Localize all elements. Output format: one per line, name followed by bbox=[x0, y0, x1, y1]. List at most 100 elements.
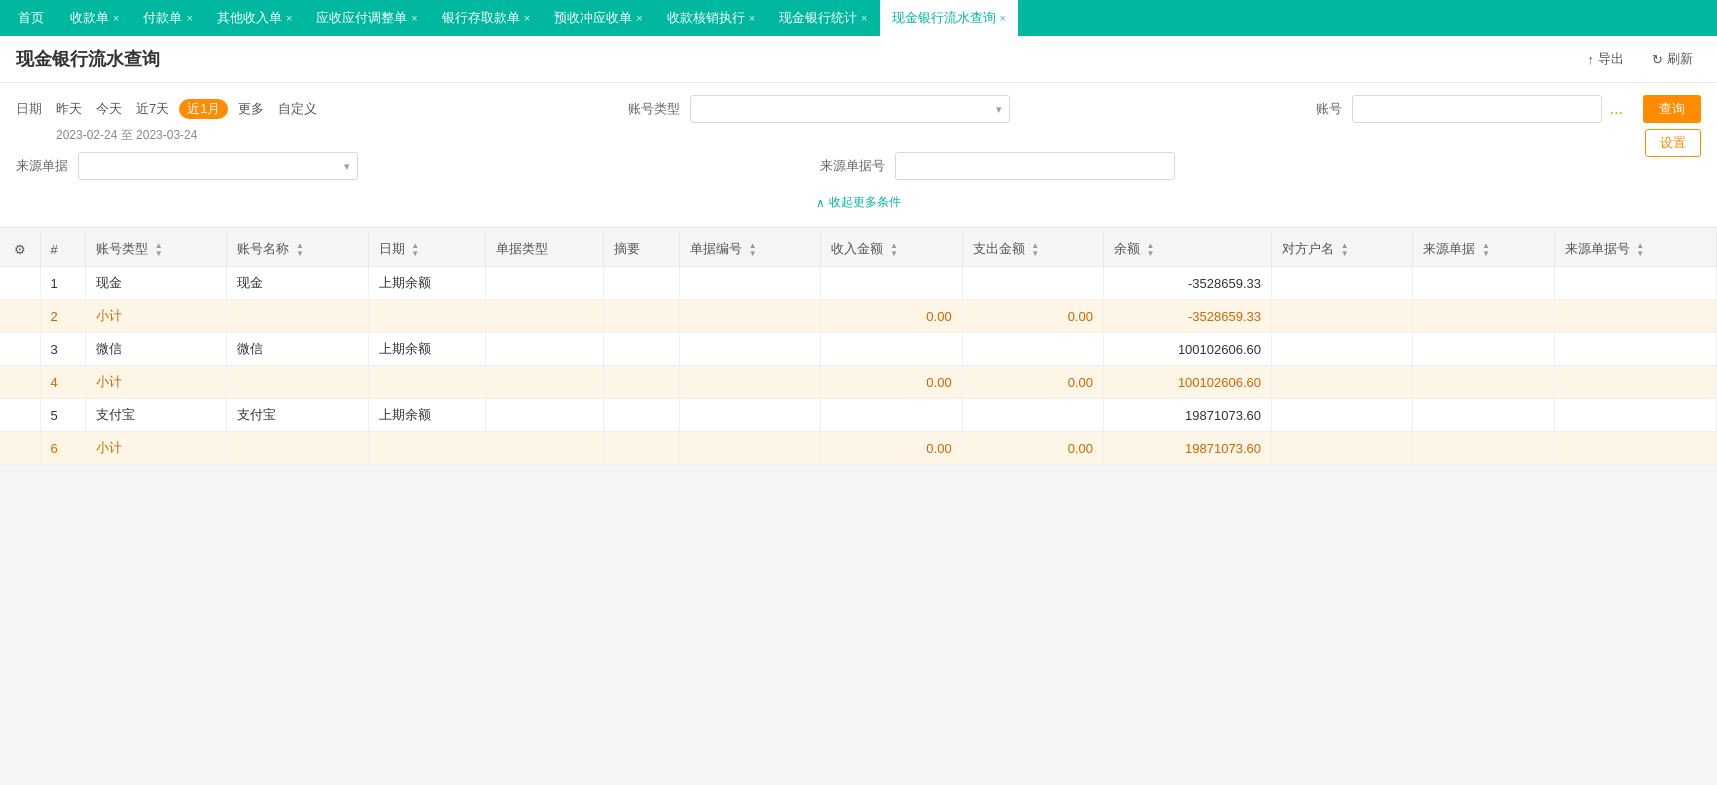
col-acct-name[interactable]: 账号名称 ▲▼ bbox=[227, 232, 368, 267]
col-source-doc-no[interactable]: 来源单据号 ▲▼ bbox=[1554, 232, 1716, 267]
row-acct-type-cell: 小计 bbox=[86, 300, 227, 333]
row-num-cell: 5 bbox=[40, 399, 86, 432]
table-row[interactable]: 4小计0.000.00100102606.60 bbox=[0, 366, 1717, 399]
nav-tab-advance-offset[interactable]: 预收冲应收单 × bbox=[542, 0, 654, 36]
date-opt-today[interactable]: 今天 bbox=[92, 99, 126, 119]
row-gear-cell bbox=[0, 399, 40, 432]
table-row[interactable]: 6小计0.000.0019871073.60 bbox=[0, 432, 1717, 465]
nav-tab-bank-flow[interactable]: 现金银行流水查询 × bbox=[880, 0, 1018, 36]
export-icon: ↑ bbox=[1588, 52, 1595, 67]
source-doc-num-label: 来源单据号 bbox=[820, 157, 885, 175]
row-doc-no-cell bbox=[680, 267, 821, 300]
row-income-cell: 0.00 bbox=[821, 366, 962, 399]
col-counterparty[interactable]: 对方户名 ▲▼ bbox=[1272, 232, 1413, 267]
row-summary-cell bbox=[604, 399, 680, 432]
query-button[interactable]: 查询 bbox=[1643, 95, 1701, 123]
row-counterparty-cell bbox=[1272, 267, 1413, 300]
row-source-doc-cell bbox=[1413, 267, 1554, 300]
row-counterparty-cell bbox=[1272, 366, 1413, 399]
row-doc-type-cell bbox=[486, 333, 604, 366]
col-source-doc[interactable]: 来源单据 ▲▼ bbox=[1413, 232, 1554, 267]
table-row[interactable]: 2小计0.000.00-3528659.33 bbox=[0, 300, 1717, 333]
close-bank-stats-icon[interactable]: × bbox=[861, 0, 867, 36]
account-dots-button[interactable]: ... bbox=[1606, 100, 1627, 118]
row-counterparty-cell bbox=[1272, 333, 1413, 366]
date-opt-more[interactable]: 更多 bbox=[234, 99, 268, 119]
sort-income-icon: ▲▼ bbox=[890, 242, 898, 258]
row-source-doc-no-cell bbox=[1554, 399, 1716, 432]
account-input[interactable] bbox=[1352, 95, 1602, 123]
nav-tab-payments[interactable]: 付款单 × bbox=[131, 0, 204, 36]
nav-tab-ar-adjust[interactable]: 应收应付调整单 × bbox=[304, 0, 429, 36]
date-opt-near1m[interactable]: 近1月 bbox=[179, 99, 228, 119]
col-acct-type[interactable]: 账号类型 ▲▼ bbox=[86, 232, 227, 267]
row-income-cell: 0.00 bbox=[821, 432, 962, 465]
close-advance-offset-icon[interactable]: × bbox=[636, 0, 642, 36]
nav-tab-verify-exec[interactable]: 收款核销执行 × bbox=[655, 0, 767, 36]
row-balance-cell: 19871073.60 bbox=[1103, 432, 1271, 465]
close-ar-adjust-icon[interactable]: × bbox=[411, 0, 417, 36]
row-acct-type-cell: 小计 bbox=[86, 432, 227, 465]
row-doc-type-cell bbox=[486, 366, 604, 399]
close-verify-exec-icon[interactable]: × bbox=[749, 0, 755, 36]
row-acct-name-cell: 支付宝 bbox=[227, 399, 368, 432]
close-bank-flow-icon[interactable]: × bbox=[1000, 0, 1006, 36]
col-expense[interactable]: 支出金额 ▲▼ bbox=[962, 232, 1103, 267]
col-num: # bbox=[40, 232, 86, 267]
export-button[interactable]: ↑ 导出 bbox=[1580, 46, 1633, 72]
row-source-doc-no-cell bbox=[1554, 366, 1716, 399]
sort-counterparty-icon: ▲▼ bbox=[1341, 242, 1349, 258]
row-source-doc-cell bbox=[1413, 366, 1554, 399]
table-row[interactable]: 5支付宝支付宝上期余额19871073.60 bbox=[0, 399, 1717, 432]
nav-tab-receipts[interactable]: 收款单 × bbox=[58, 0, 131, 36]
close-other-income-icon[interactable]: × bbox=[286, 0, 292, 36]
refresh-icon: ↻ bbox=[1652, 52, 1663, 67]
collapse-bar[interactable]: ∧ 收起更多条件 bbox=[16, 190, 1701, 215]
table-container: ⚙ # 账号类型 ▲▼ 账号名称 ▲▼ 日期 ▲▼ 单据类型 bbox=[0, 232, 1717, 465]
header-actions: ↑ 导出 ↻ 刷新 bbox=[1580, 46, 1702, 72]
row-expense-cell: 0.00 bbox=[962, 300, 1103, 333]
col-doc-no[interactable]: 单据编号 ▲▼ bbox=[680, 232, 821, 267]
nav-tab-bank-deposit[interactable]: 银行存取款单 × bbox=[430, 0, 542, 36]
close-receipts-icon[interactable]: × bbox=[113, 0, 119, 36]
refresh-button[interactable]: ↻ 刷新 bbox=[1644, 46, 1701, 72]
col-gear[interactable]: ⚙ bbox=[0, 232, 40, 267]
date-opt-yesterday[interactable]: 昨天 bbox=[52, 99, 86, 119]
row-doc-type-cell bbox=[486, 399, 604, 432]
nav-tab-other-income[interactable]: 其他收入单 × bbox=[205, 0, 304, 36]
account-type-select[interactable] bbox=[690, 95, 1010, 123]
nav-tab-bank-stats[interactable]: 现金银行统计 × bbox=[767, 0, 879, 36]
col-balance[interactable]: 余额 ▲▼ bbox=[1103, 232, 1271, 267]
close-payments-icon[interactable]: × bbox=[186, 0, 192, 36]
source-doc-num-input[interactable] bbox=[895, 152, 1175, 180]
row-income-cell bbox=[821, 333, 962, 366]
table-row[interactable]: 1现金现金上期余额-3528659.33 bbox=[0, 267, 1717, 300]
row-date-cell: 上期余额 bbox=[368, 333, 486, 366]
row-doc-no-cell bbox=[680, 399, 821, 432]
row-income-cell bbox=[821, 267, 962, 300]
row-gear-cell bbox=[0, 333, 40, 366]
row-acct-type-cell: 小计 bbox=[86, 366, 227, 399]
date-opt-custom[interactable]: 自定义 bbox=[274, 99, 321, 119]
row-expense-cell bbox=[962, 333, 1103, 366]
date-label: 日期 bbox=[16, 100, 42, 118]
data-table: ⚙ # 账号类型 ▲▼ 账号名称 ▲▼ 日期 ▲▼ 单据类型 bbox=[0, 232, 1717, 465]
source-doc-select[interactable] bbox=[78, 152, 358, 180]
settings-button[interactable]: 设置 bbox=[1645, 129, 1701, 157]
close-bank-deposit-icon[interactable]: × bbox=[524, 0, 530, 36]
filter-area: 日期 昨天 今天 近7天 近1月 更多 自定义 账号类型 ▾ bbox=[0, 83, 1717, 228]
row-doc-type-cell bbox=[486, 267, 604, 300]
row-acct-type-cell: 现金 bbox=[86, 267, 227, 300]
row-acct-name-cell bbox=[227, 366, 368, 399]
date-opt-near7[interactable]: 近7天 bbox=[132, 99, 173, 119]
collapse-icon: ∧ bbox=[816, 196, 825, 210]
col-date[interactable]: 日期 ▲▼ bbox=[368, 232, 486, 267]
row-source-doc-no-cell bbox=[1554, 432, 1716, 465]
nav-home[interactable]: 首页 bbox=[4, 0, 58, 36]
row-source-doc-no-cell bbox=[1554, 300, 1716, 333]
col-income[interactable]: 收入金额 ▲▼ bbox=[821, 232, 962, 267]
row-summary-cell bbox=[604, 267, 680, 300]
account-input-area: ... bbox=[1352, 95, 1627, 123]
sort-balance-icon: ▲▼ bbox=[1147, 242, 1155, 258]
table-row[interactable]: 3微信微信上期余额100102606.60 bbox=[0, 333, 1717, 366]
